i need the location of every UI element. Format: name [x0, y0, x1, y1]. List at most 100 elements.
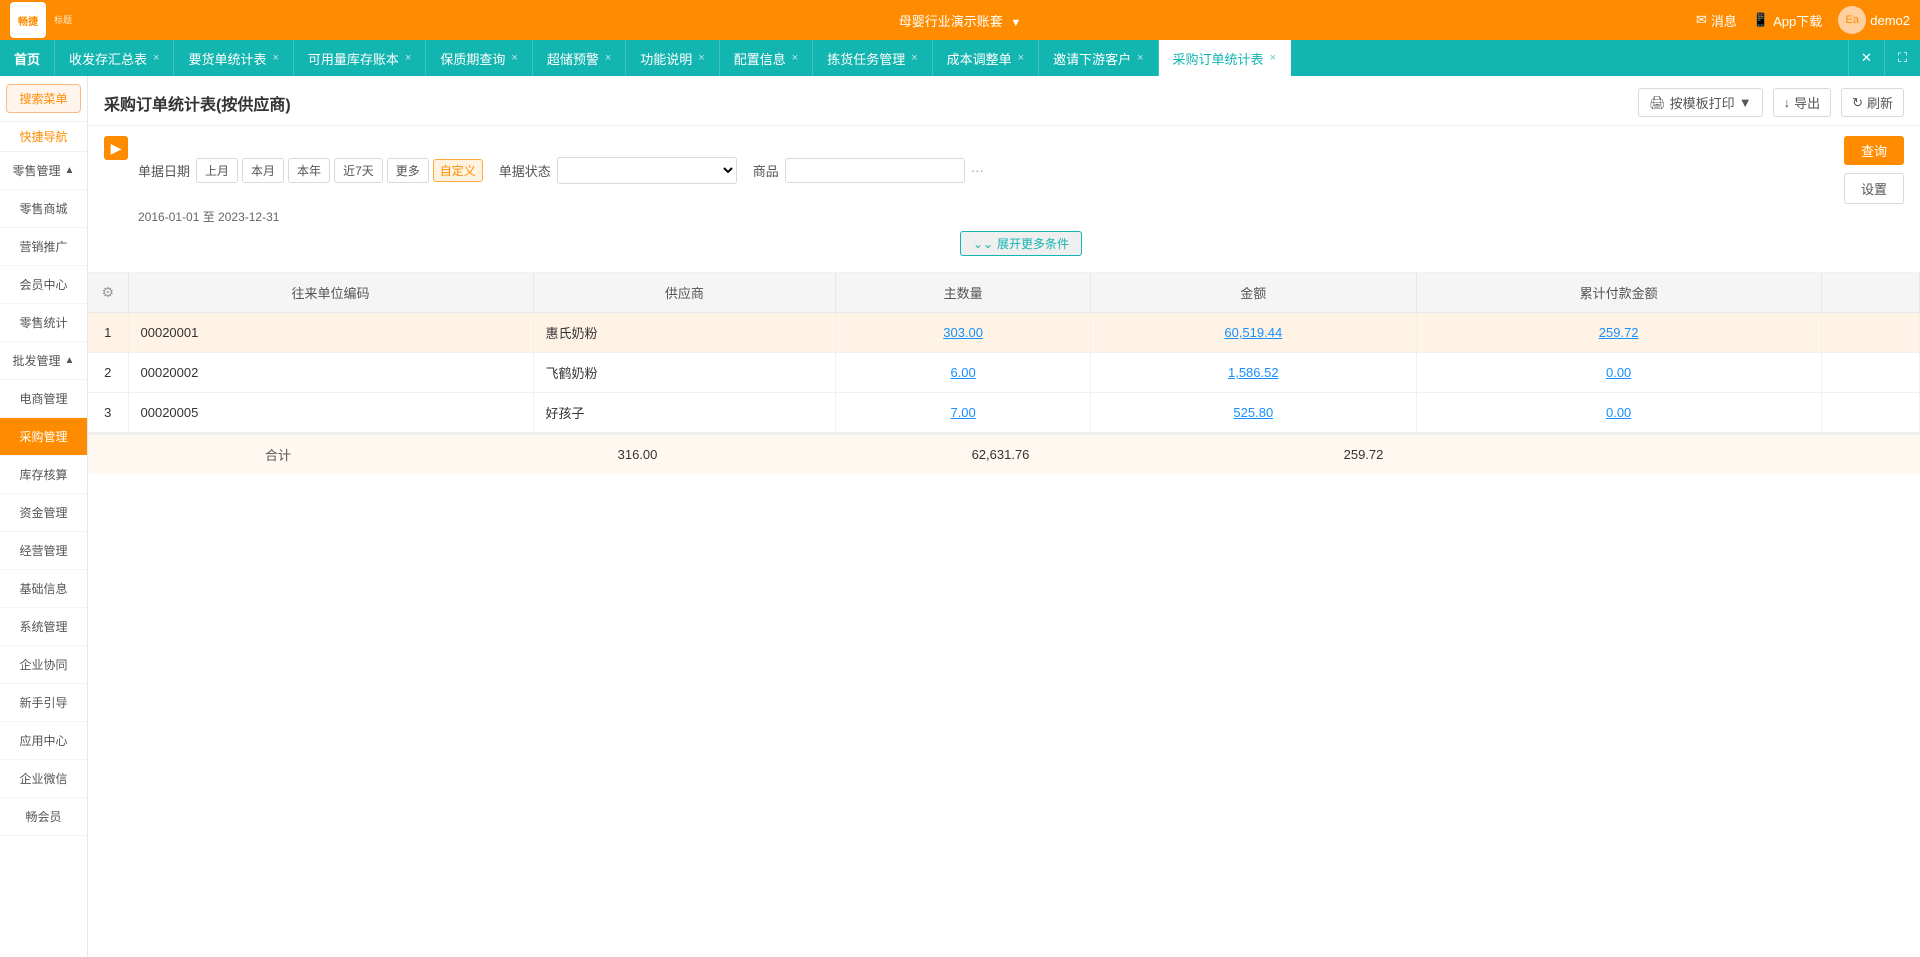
- page-title: 采购订单统计表(按供应商): [104, 91, 291, 115]
- sidebar-item-new-guide[interactable]: 新手引导: [0, 684, 87, 722]
- sidebar: 搜索菜单 快捷导航 零售管理 ▲ 零售商城 营销推广 会员中心 零售统计 批发管…: [0, 76, 88, 957]
- cell-qty[interactable]: 6.00: [836, 353, 1091, 393]
- cell-paid[interactable]: 259.72: [1416, 313, 1821, 353]
- sidebar-item-operation[interactable]: 经营管理: [0, 532, 87, 570]
- sidebar-item-purchase[interactable]: 采购管理: [0, 418, 87, 456]
- cell-paid[interactable]: 0.00: [1416, 393, 1821, 433]
- goods-label: 商品: [753, 161, 779, 180]
- btn-this-month[interactable]: 本月: [242, 158, 284, 183]
- user-profile[interactable]: Ea demo2: [1838, 6, 1910, 34]
- message-btn[interactable]: ✉ 消息: [1696, 11, 1737, 30]
- sidebar-item-member[interactable]: 会员中心: [0, 266, 87, 304]
- app-download-btn[interactable]: 📱 App下载: [1753, 11, 1822, 30]
- query-btn[interactable]: 查询: [1844, 136, 1904, 165]
- print-icon: 🖨: [1649, 95, 1666, 111]
- sidebar-item-app-center[interactable]: 应用中心: [0, 722, 87, 760]
- tab-cost-adjust[interactable]: 成本调整单 ×: [933, 40, 1039, 76]
- search-menu-btn[interactable]: 搜索菜单: [6, 84, 81, 113]
- close-icon[interactable]: ×: [511, 52, 517, 64]
- expand-more-section: ⌄⌄ 展开更多条件: [138, 225, 1904, 262]
- tab-purchase-summary[interactable]: 采购订单统计表 ×: [1159, 40, 1291, 76]
- btn-more-dates[interactable]: 更多: [387, 158, 429, 183]
- close-icon[interactable]: ×: [1270, 52, 1276, 64]
- sidebar-item-enterprise-coop[interactable]: 企业协同: [0, 646, 87, 684]
- btn-last-7days[interactable]: 近7天: [334, 158, 383, 183]
- refresh-btn[interactable]: ↻ 刷新: [1841, 88, 1904, 117]
- close-icon[interactable]: ×: [1018, 52, 1024, 64]
- content-inner: 采购订单统计表(按供应商) 🖨 按模板打印 ▼ ↓ 导出 ↻ 刷新: [88, 76, 1920, 957]
- cell-code: 00020002: [128, 353, 533, 393]
- sidebar-item-basic-info[interactable]: 基础信息: [0, 570, 87, 608]
- tab-warranty-query[interactable]: 保质期查询 ×: [426, 40, 532, 76]
- filter-expand-arrow[interactable]: ▶: [104, 136, 128, 160]
- phone-icon: 📱: [1753, 12, 1769, 28]
- print-btn[interactable]: 🖨 按模板打印 ▼: [1638, 88, 1762, 117]
- sidebar-item-retail[interactable]: 零售管理 ▲: [0, 152, 87, 190]
- cell-qty[interactable]: 303.00: [836, 313, 1091, 353]
- cell-supplier: 惠氏奶粉: [533, 313, 836, 353]
- tab-order-summary[interactable]: 要货单统计表 ×: [174, 40, 293, 76]
- sidebar-item-retail-shop[interactable]: 零售商城: [0, 190, 87, 228]
- export-btn[interactable]: ↓ 导出: [1773, 88, 1832, 117]
- tab-overstock-warning[interactable]: 超储预警 ×: [533, 40, 626, 76]
- chevron-down-icon: ▲: [65, 355, 75, 366]
- table-wrap: ⚙ 往来单位编码 供应商 主数量 金额 累计付款金额 1: [88, 273, 1920, 474]
- expand-tabs-btn[interactable]: ⛶: [1884, 40, 1920, 76]
- close-tab-btn[interactable]: ✕: [1848, 40, 1884, 76]
- close-icon[interactable]: ×: [272, 52, 278, 64]
- tab-pick-task[interactable]: 拣货任务管理 ×: [813, 40, 932, 76]
- quick-nav-btn[interactable]: 快捷导航: [0, 122, 87, 152]
- cell-paid[interactable]: 0.00: [1416, 353, 1821, 393]
- sidebar-item-vip[interactable]: 畅会员: [0, 798, 87, 836]
- tab-function-desc[interactable]: 功能说明 ×: [626, 40, 719, 76]
- filter-status-item: 单据状态: [499, 157, 737, 184]
- status-select[interactable]: [557, 157, 737, 184]
- sidebar-item-marketing[interactable]: 营销推广: [0, 228, 87, 266]
- filter-date-item: 单据日期 上月 本月 本年 近7天 更多 自定义: [138, 158, 483, 183]
- sidebar-item-sys-manage[interactable]: 系统管理: [0, 608, 87, 646]
- close-icon[interactable]: ×: [698, 52, 704, 64]
- sidebar-item-finance[interactable]: 资金管理: [0, 494, 87, 532]
- col-amount: 金额: [1090, 273, 1416, 313]
- table-row: 1 00020001 惠氏奶粉 303.00 60,519.44 259.72: [88, 313, 1920, 353]
- sidebar-item-inventory[interactable]: 库存核算: [0, 456, 87, 494]
- close-icon[interactable]: ×: [911, 52, 917, 64]
- close-icon[interactable]: ×: [605, 52, 611, 64]
- cell-no: 3: [88, 393, 128, 433]
- col-qty: 主数量: [836, 273, 1091, 313]
- sidebar-item-wholesale[interactable]: 批发管理 ▲: [0, 342, 87, 380]
- col-settings: ⚙: [88, 273, 128, 313]
- more-options-icon[interactable]: ···: [971, 163, 984, 178]
- settings-btn[interactable]: 设置: [1844, 173, 1904, 204]
- gear-icon[interactable]: ⚙: [101, 284, 114, 300]
- cell-amount[interactable]: 60,519.44: [1090, 313, 1416, 353]
- close-icon[interactable]: ×: [405, 52, 411, 64]
- sidebar-item-retail-stat[interactable]: 零售统计: [0, 304, 87, 342]
- cell-amount[interactable]: 1,586.52: [1090, 353, 1416, 393]
- nav-tabs: 首页 收发存汇总表 × 要货单统计表 × 可用量库存账本 × 保质期查询 × 超…: [0, 40, 1920, 76]
- close-icon[interactable]: ×: [1137, 52, 1143, 64]
- tab-available-inventory[interactable]: 可用量库存账本 ×: [294, 40, 426, 76]
- sidebar-item-enterprise-wechat[interactable]: 企业微信: [0, 760, 87, 798]
- close-icon[interactable]: ×: [153, 52, 159, 64]
- tab-invite-downstream[interactable]: 邀请下游客户 ×: [1039, 40, 1158, 76]
- page-header: 采购订单统计表(按供应商) 🖨 按模板打印 ▼ ↓ 导出 ↻ 刷新: [88, 76, 1920, 126]
- app-logo: 畅捷: [10, 2, 46, 38]
- footer-label: 合计: [100, 445, 456, 464]
- topbar-left: 畅捷 标题: [10, 2, 72, 38]
- btn-this-year[interactable]: 本年: [288, 158, 330, 183]
- main-layout: 搜索菜单 快捷导航 零售管理 ▲ 零售商城 营销推广 会员中心 零售统计 批发管…: [0, 76, 1920, 957]
- topbar: 畅捷 标题 母婴行业演示账套 ▼ ✉ 消息 📱 App下载 Ea demo2: [0, 0, 1920, 40]
- cell-qty[interactable]: 7.00: [836, 393, 1091, 433]
- close-icon[interactable]: ×: [792, 52, 798, 64]
- tab-home[interactable]: 首页: [0, 40, 55, 76]
- cell-amount[interactable]: 525.80: [1090, 393, 1416, 433]
- tab-config-info[interactable]: 配置信息 ×: [720, 40, 813, 76]
- tab-receive-summary[interactable]: 收发存汇总表 ×: [55, 40, 174, 76]
- goods-input[interactable]: [785, 158, 965, 183]
- btn-last-month[interactable]: 上月: [196, 158, 238, 183]
- message-icon: ✉: [1696, 12, 1707, 28]
- expand-conditions-btn[interactable]: ⌄⌄ 展开更多条件: [960, 231, 1082, 256]
- sidebar-item-ecommerce[interactable]: 电商管理: [0, 380, 87, 418]
- table-footer: 合计 316.00 62,631.76 259.72: [88, 433, 1920, 474]
